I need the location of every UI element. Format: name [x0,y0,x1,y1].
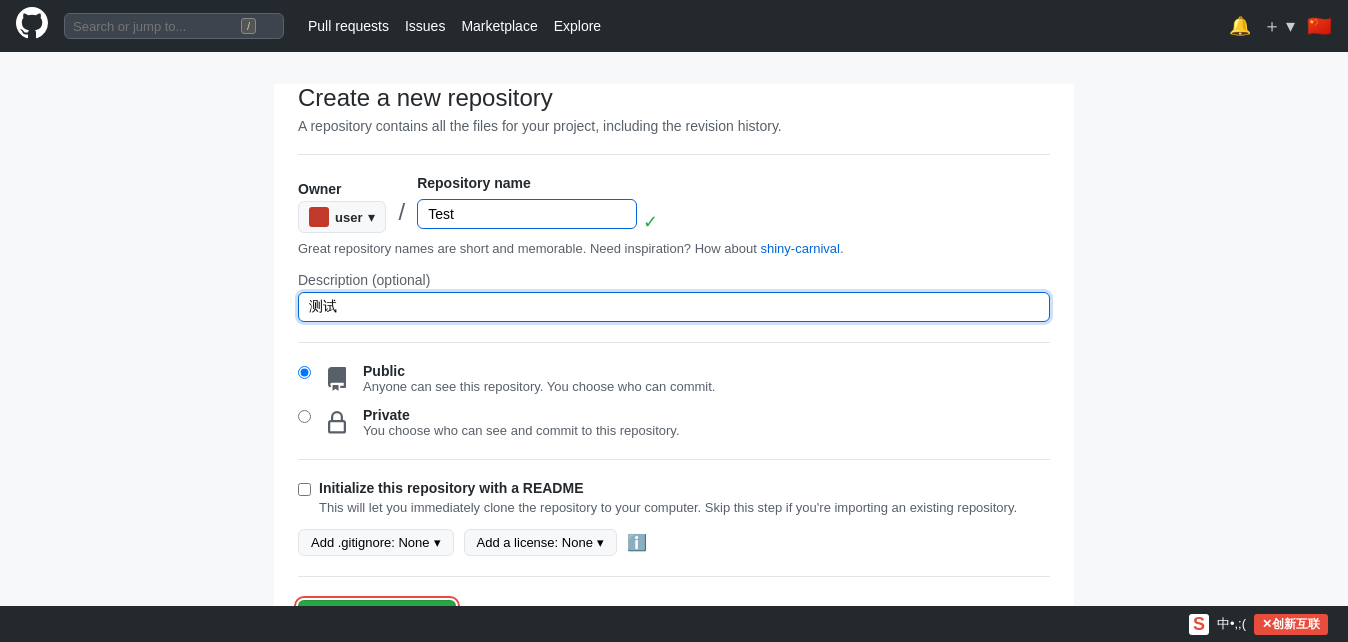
chevron-down-icon: ▾ [434,535,441,550]
repo-name-label: Repository name [417,175,658,191]
page-title: Create a new repository [298,84,1050,112]
gitignore-dropdown[interactable]: Add .gitignore: None ▾ [298,529,454,556]
private-desc: You choose who can see and commit to thi… [363,423,680,438]
chevron-down-icon: ▾ [368,209,375,225]
private-title: Private [363,407,680,423]
public-icon [321,363,353,395]
owner-label: Owner [298,181,386,197]
search-bar[interactable]: / [64,13,284,39]
owner-repo-row: Owner user ▾ / Repository name ✓ [298,175,1050,233]
description-group: Description (optional) [298,272,1050,342]
kbd-slash: / [241,18,256,34]
user-menu[interactable]: 🇨🇳 [1307,14,1332,38]
suggestion-text: Great repository names are short and mem… [298,241,1050,256]
private-radio[interactable] [298,410,311,423]
public-option: Public Anyone can see this repository. Y… [298,363,1050,395]
bottom-divider [298,576,1050,577]
top-divider [298,154,1050,155]
notifications-icon[interactable]: 🔔 [1229,15,1251,37]
footer-watermark: S 中•,;( ✕创新互联 [0,606,1348,642]
watermark-s-icon: S [1189,614,1209,635]
description-label: Description (optional) [298,272,1050,288]
nav-links: Pull requests Issues Marketplace Explore [308,18,601,34]
init-readme-checkbox[interactable] [298,483,311,496]
public-title: Public [363,363,715,379]
owner-name: user [335,210,362,225]
init-section: Initialize this repository with a README… [298,480,1050,556]
info-icon[interactable]: ℹ️ [627,533,647,552]
private-option: Private You choose who can see and commi… [298,407,1050,439]
path-slash: / [394,200,409,224]
marketplace-link[interactable]: Marketplace [461,18,537,34]
extras-row: Add .gitignore: None ▾ Add a license: No… [298,529,1050,556]
watermark-brand: ✕创新互联 [1254,614,1328,635]
owner-avatar-icon [309,207,329,227]
github-logo-icon[interactable] [16,7,48,45]
init-desc: This will let you immediately clone the … [319,500,1017,515]
mid-divider1 [298,342,1050,343]
repo-name-group: Repository name ✓ [417,175,658,233]
watermark-chars: 中•,;( [1217,615,1246,633]
pull-requests-link[interactable]: Pull requests [308,18,389,34]
mid-divider2 [298,459,1050,460]
owner-selector[interactable]: user ▾ [298,201,386,233]
license-dropdown[interactable]: Add a license: None ▾ [464,529,617,556]
private-icon [321,407,353,439]
main-content: Create a new repository A repository con… [274,84,1074,637]
init-title: Initialize this repository with a README [319,480,583,496]
init-readme-option: Initialize this repository with a README… [298,480,1050,515]
explore-link[interactable]: Explore [554,18,601,34]
navbar: / Pull requests Issues Marketplace Explo… [0,0,1348,52]
description-input[interactable] [298,292,1050,322]
repo-name-input[interactable] [417,199,637,229]
suggestion-link[interactable]: shiny-carnival [760,241,839,256]
public-info: Public Anyone can see this repository. Y… [363,363,715,394]
init-info: Initialize this repository with a README… [319,480,1017,515]
search-input[interactable] [73,19,233,34]
page-subtitle: A repository contains all the files for … [298,118,1050,134]
issues-link[interactable]: Issues [405,18,445,34]
chevron-down-icon: ▾ [597,535,604,550]
public-desc: Anyone can see this repository. You choo… [363,379,715,394]
navbar-right: 🔔 ＋ ▾ 🇨🇳 [1229,14,1332,38]
add-icon[interactable]: ＋ ▾ [1263,14,1295,38]
private-info: Private You choose who can see and commi… [363,407,680,438]
owner-group: Owner user ▾ [298,181,386,233]
visibility-section: Public Anyone can see this repository. Y… [298,363,1050,439]
public-radio[interactable] [298,366,311,379]
valid-check-icon: ✓ [643,211,658,233]
